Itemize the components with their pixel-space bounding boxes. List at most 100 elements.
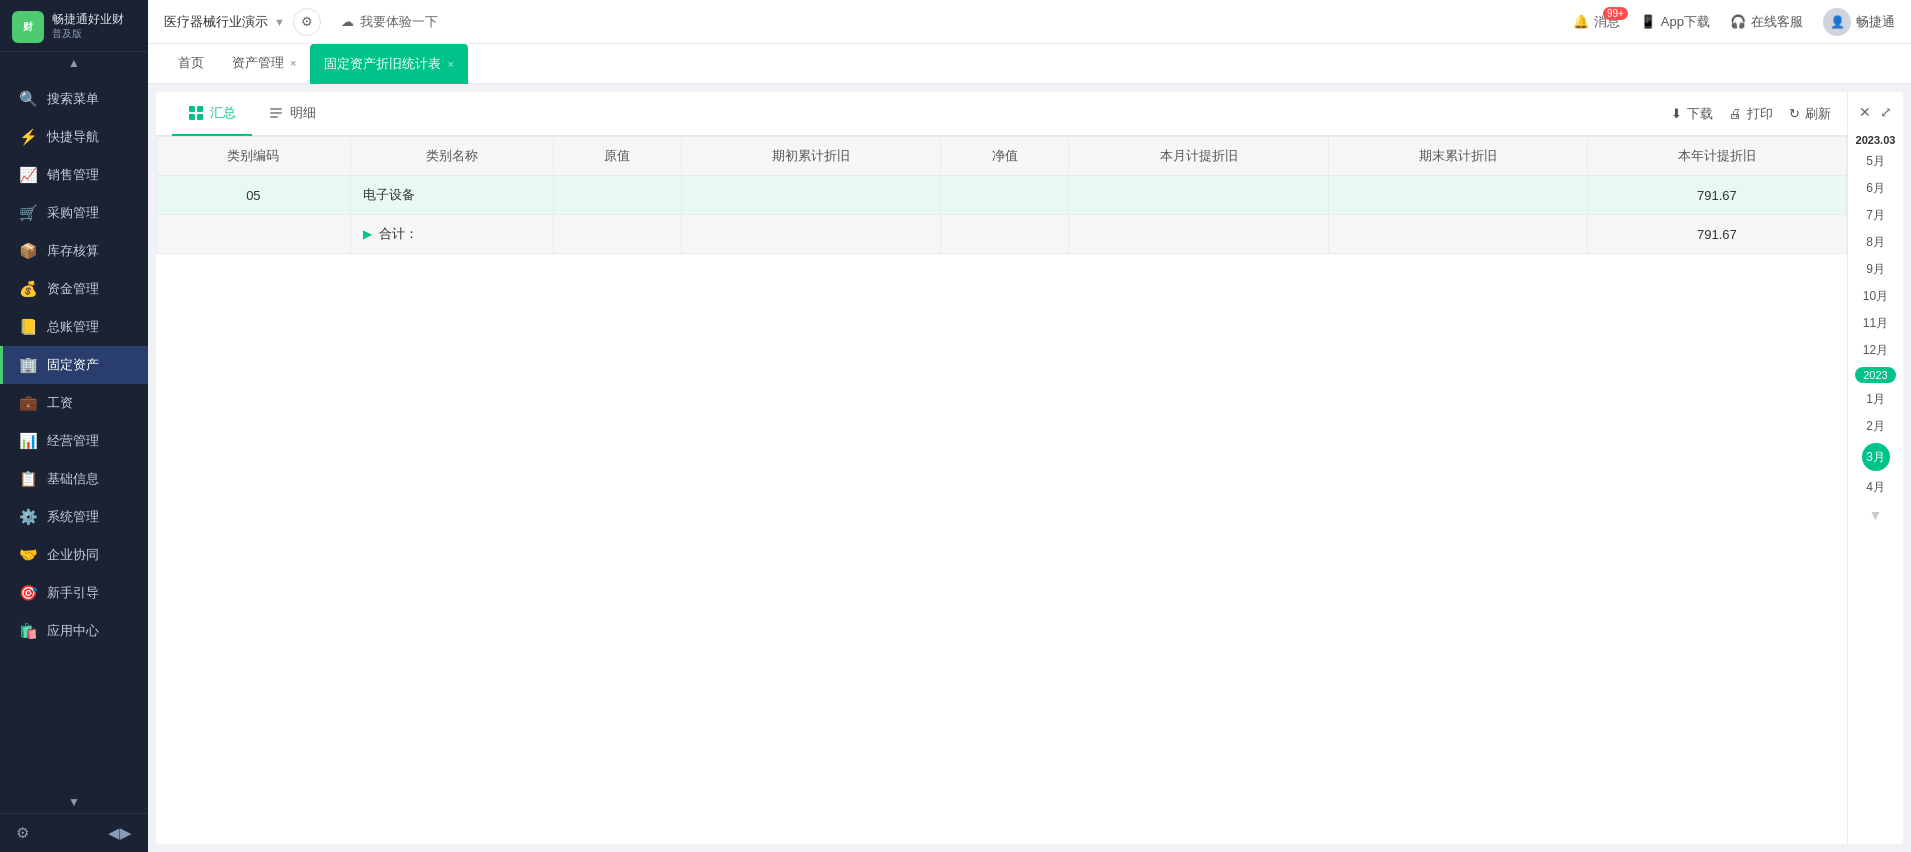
tab-home[interactable]: 首页 bbox=[164, 44, 218, 84]
user-menu[interactable]: 👤 畅捷通 bbox=[1823, 8, 1895, 36]
month-item-2022-7[interactable]: 7月 bbox=[1866, 202, 1885, 229]
month-item-2022-11[interactable]: 11月 bbox=[1863, 310, 1888, 337]
customer-service-button[interactable]: 🎧 在线客服 bbox=[1730, 13, 1803, 31]
user-name: 畅捷通 bbox=[1856, 13, 1895, 31]
sidebar-item-fixed-assets[interactable]: 🏢 固定资产 bbox=[0, 346, 148, 384]
cell-original bbox=[553, 176, 681, 215]
company-selector[interactable]: 医疗器械行业演示 ▼ bbox=[164, 13, 285, 31]
settings-bottom-icon[interactable]: ⚙ bbox=[16, 824, 29, 842]
total-expand-icon[interactable]: ▶ bbox=[363, 227, 372, 241]
svg-rect-3 bbox=[197, 114, 203, 120]
sub-tab-bar: 汇总 明细 ⬇ 下载 🖨 打印 bbox=[156, 92, 1847, 136]
sidebar-item-label: 系统管理 bbox=[47, 508, 99, 526]
cell-code: 05 bbox=[157, 176, 351, 215]
col-initial-accum: 期初累计折旧 bbox=[681, 137, 940, 176]
svg-rect-1 bbox=[197, 106, 203, 112]
sidebar-item-ops[interactable]: 📊 经营管理 bbox=[0, 422, 148, 460]
sidebar-scroll-down[interactable]: ▼ bbox=[0, 791, 148, 813]
download-button[interactable]: ⬇ 下载 bbox=[1671, 105, 1713, 123]
experience-button[interactable]: ☁ 我要体验一下 bbox=[341, 13, 438, 31]
cell-period-end-accum bbox=[1328, 176, 1587, 215]
panel-header-year: 2023.03 bbox=[1848, 132, 1903, 148]
sidebar-item-collab[interactable]: 🤝 企业协同 bbox=[0, 536, 148, 574]
month-item-2023-2[interactable]: 2月 bbox=[1866, 413, 1885, 440]
sidebar-item-finance[interactable]: 💰 资金管理 bbox=[0, 270, 148, 308]
refresh-button[interactable]: ↻ 刷新 bbox=[1789, 105, 1831, 123]
sidebar-item-inventory[interactable]: 📦 库存核算 bbox=[0, 232, 148, 270]
refresh-label: 刷新 bbox=[1805, 105, 1831, 123]
tab-fixed-depreciation-close[interactable]: × bbox=[447, 58, 453, 70]
depreciation-table: 类别编码 类别名称 原值 期初累计折旧 净值 本月计提折旧 期末累计折旧 本年计… bbox=[156, 136, 1847, 254]
sidebar-item-sales[interactable]: 📈 销售管理 bbox=[0, 156, 148, 194]
refresh-icon: ↻ bbox=[1789, 106, 1800, 121]
panel-close-icon[interactable]: ✕ bbox=[1854, 100, 1876, 124]
month-list-down-icon[interactable]: ▼ bbox=[1863, 501, 1889, 529]
subtab-summary-label: 汇总 bbox=[210, 104, 236, 122]
ops-icon: 📊 bbox=[19, 432, 37, 450]
app-download-button[interactable]: 📱 App下载 bbox=[1640, 13, 1710, 31]
sidebar-item-label: 固定资产 bbox=[47, 356, 99, 374]
sidebar-item-search[interactable]: 🔍 搜索菜单 bbox=[0, 80, 148, 118]
sidebar-item-appstore[interactable]: 🛍️ 应用中心 bbox=[0, 612, 148, 650]
month-item-2022-9[interactable]: 9月 bbox=[1866, 256, 1885, 283]
panel-expand-icon[interactable]: ⤢ bbox=[1876, 100, 1898, 124]
col-annual-depr: 本年计提折旧 bbox=[1587, 137, 1846, 176]
month-item-2022-8[interactable]: 8月 bbox=[1866, 229, 1885, 256]
sidebar-item-salary[interactable]: 💼 工资 bbox=[0, 384, 148, 422]
finance-icon: 💰 bbox=[19, 280, 37, 298]
sidebar-item-label: 应用中心 bbox=[47, 622, 99, 640]
tab-asset-mgmt-label: 资产管理 bbox=[232, 54, 284, 72]
col-name: 类别名称 bbox=[350, 137, 553, 176]
search-icon: 🔍 bbox=[19, 90, 37, 108]
tab-asset-mgmt-close[interactable]: × bbox=[290, 57, 296, 69]
panel-close-row: ✕ ⤢ bbox=[1848, 100, 1903, 124]
svg-rect-6 bbox=[270, 116, 278, 118]
subtab-detail[interactable]: 明细 bbox=[252, 92, 332, 136]
month-item-2022-10[interactable]: 10月 bbox=[1863, 283, 1888, 310]
cloud-icon: ☁ bbox=[341, 14, 354, 29]
sidebar-item-purchase[interactable]: 🛒 采购管理 bbox=[0, 194, 148, 232]
month-item-2022-6[interactable]: 6月 bbox=[1866, 175, 1885, 202]
month-item-2022-12[interactable]: 12月 bbox=[1863, 337, 1888, 364]
col-period-end-accum: 期末累计折旧 bbox=[1328, 137, 1587, 176]
total-monthly-depr bbox=[1069, 215, 1328, 254]
company-arrow-icon: ▼ bbox=[274, 16, 285, 28]
tab-asset-mgmt[interactable]: 资产管理 × bbox=[218, 44, 310, 84]
table-header-row: 类别编码 类别名称 原值 期初累计折旧 净值 本月计提折旧 期末累计折旧 本年计… bbox=[157, 137, 1847, 176]
sidebar-item-quicknav[interactable]: ⚡ 快捷导航 bbox=[0, 118, 148, 156]
month-item-2023-1[interactable]: 1月 bbox=[1866, 386, 1885, 413]
download-icon: 📱 bbox=[1640, 14, 1656, 29]
sidebar-item-ledger[interactable]: 📒 总账管理 bbox=[0, 308, 148, 346]
sidebar-item-guide[interactable]: 🎯 新手引导 bbox=[0, 574, 148, 612]
total-initial-accum bbox=[681, 215, 940, 254]
content-area: 汇总 明细 ⬇ 下载 🖨 打印 bbox=[156, 92, 1847, 844]
salary-icon: 💼 bbox=[19, 394, 37, 412]
sidebar-item-basic[interactable]: 📋 基础信息 bbox=[0, 460, 148, 498]
cell-net bbox=[941, 176, 1069, 215]
sidebar-scroll-up[interactable]: ▲ bbox=[0, 52, 148, 74]
cell-name: 电子设备 bbox=[350, 176, 553, 215]
sidebar-logo: 财 畅捷通好业财 普及版 bbox=[0, 0, 148, 52]
top-header: 医疗器械行业演示 ▼ ⚙ ☁ 我要体验一下 🔔 消息 99+ 📱 App下载 🎧… bbox=[148, 0, 1911, 44]
total-annual-depr: 791.67 bbox=[1587, 215, 1846, 254]
experience-label: 我要体验一下 bbox=[360, 13, 438, 31]
sidebar-item-label: 资金管理 bbox=[47, 280, 99, 298]
tab-home-label: 首页 bbox=[178, 54, 204, 72]
ledger-icon: 📒 bbox=[19, 318, 37, 336]
month-item-2023-4[interactable]: 4月 bbox=[1866, 474, 1885, 501]
company-name: 医疗器械行业演示 bbox=[164, 13, 268, 31]
logo-icon: 财 bbox=[12, 11, 44, 43]
notifications-button[interactable]: 🔔 消息 99+ bbox=[1573, 13, 1620, 31]
company-settings-icon[interactable]: ⚙ bbox=[293, 8, 321, 36]
subtab-summary[interactable]: 汇总 bbox=[172, 92, 252, 136]
month-item-2022-5[interactable]: 5月 bbox=[1866, 148, 1885, 175]
svg-rect-2 bbox=[189, 114, 195, 120]
month-item-2023-3[interactable]: 3月 bbox=[1862, 443, 1890, 471]
tab-fixed-depreciation[interactable]: 固定资产折旧统计表 × bbox=[310, 44, 467, 84]
summary-icon bbox=[188, 105, 204, 121]
collapse-icon[interactable]: ◀▶ bbox=[108, 824, 132, 842]
sidebar-item-system[interactable]: ⚙️ 系统管理 bbox=[0, 498, 148, 536]
print-button[interactable]: 🖨 打印 bbox=[1729, 105, 1773, 123]
appstore-icon: 🛍️ bbox=[19, 622, 37, 640]
table-container: 类别编码 类别名称 原值 期初累计折旧 净值 本月计提折旧 期末累计折旧 本年计… bbox=[156, 136, 1847, 844]
